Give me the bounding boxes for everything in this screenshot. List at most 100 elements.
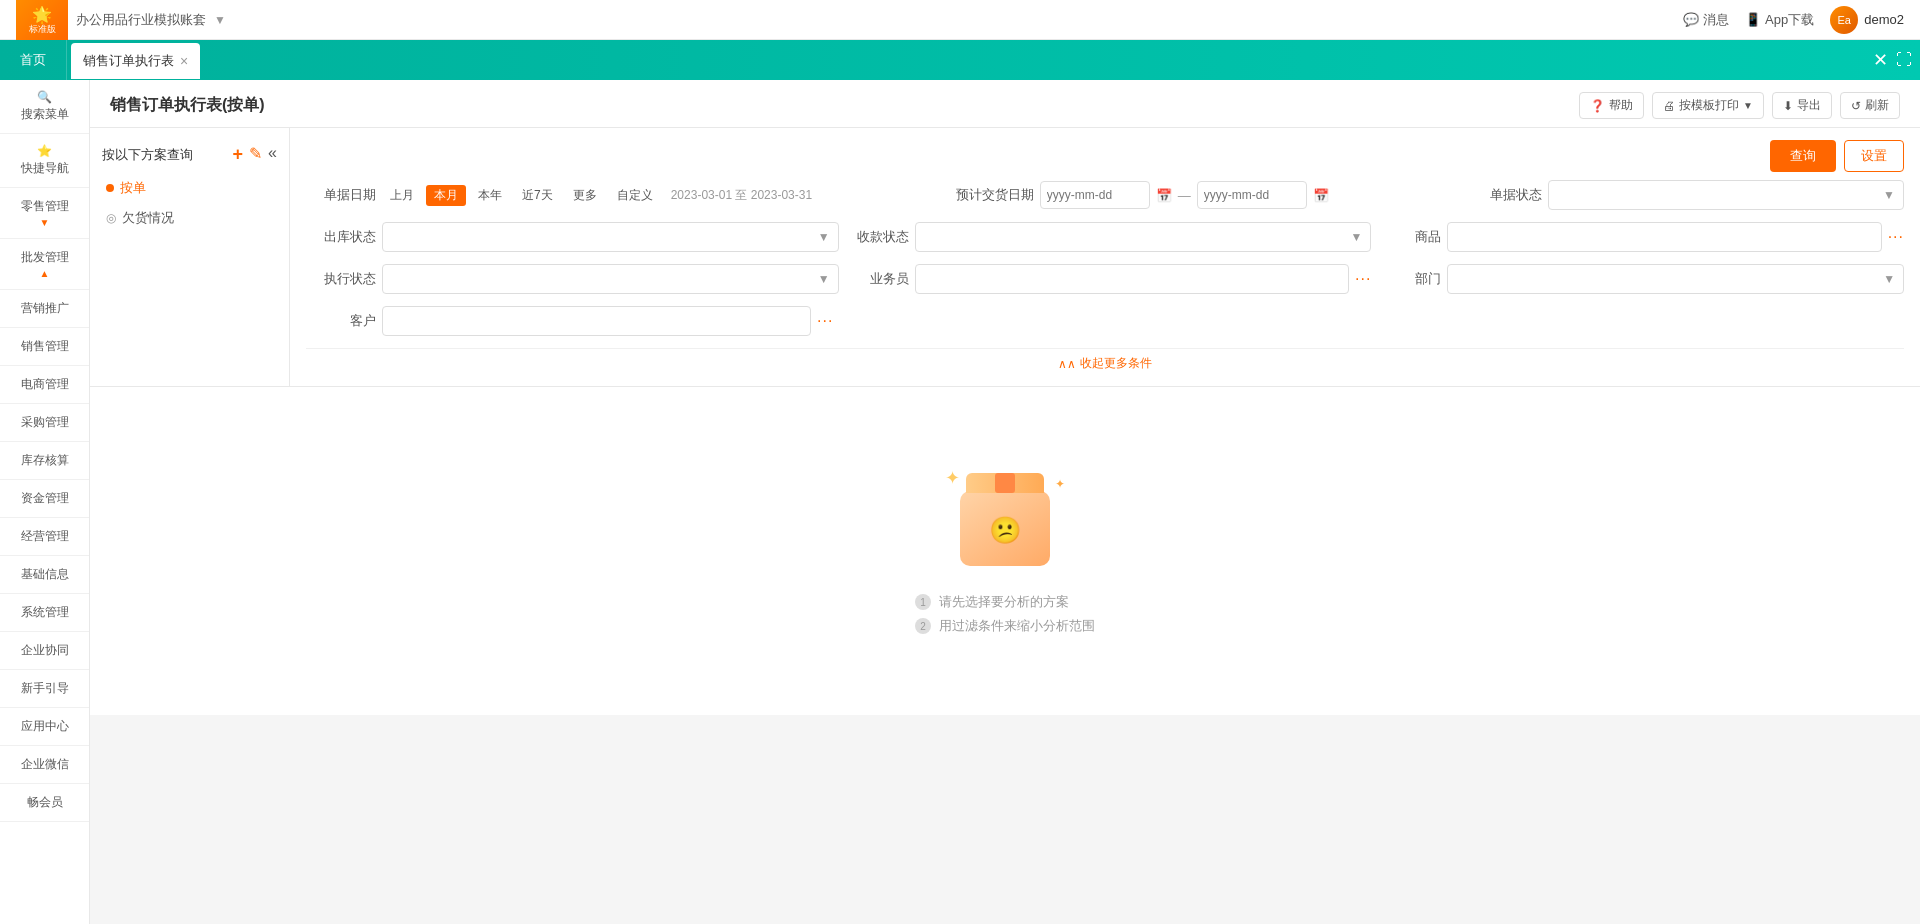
top-bar-left: 🌟 标准版 办公用品行业模拟账套 ▼ <box>16 0 226 40</box>
salesperson-input[interactable] <box>915 264 1349 294</box>
sidebar-system-label: 系统管理 <box>21 604 69 621</box>
add-scheme-icon[interactable]: + <box>233 144 244 165</box>
sidebar-item-purchase[interactable]: 采购管理 <box>0 404 89 442</box>
tab-maximize-icon[interactable]: ⛶ <box>1896 51 1912 69</box>
sidebar-item-marketing[interactable]: 营销推广 <box>0 290 89 328</box>
sidebar-item-wholesale[interactable]: 批发管理 ▲ <box>0 239 89 290</box>
exec-status-select[interactable]: ▼ <box>382 264 839 294</box>
chevron-up-icon: ▲ <box>40 268 50 279</box>
sidebar-item-weixin[interactable]: 企业微信 <box>0 746 89 784</box>
doc-status-field: 单据状态 ▼ <box>1472 180 1904 210</box>
date-tab-custom[interactable]: 自定义 <box>609 185 661 206</box>
salesperson-label: 业务员 <box>839 270 909 288</box>
sidebar-purchase-label: 采购管理 <box>21 414 69 431</box>
sidebar-item-shortcut[interactable]: ⭐ 快捷导航 <box>0 134 89 188</box>
sidebar-item-operations[interactable]: 经营管理 <box>0 518 89 556</box>
top-bar: 🌟 标准版 办公用品行业模拟账套 ▼ 💬 消息 📱 App下载 Ea demo2 <box>0 0 1920 40</box>
product-dots-btn[interactable]: ··· <box>1888 228 1904 246</box>
sidebar-item-enterprise[interactable]: 企业协同 <box>0 632 89 670</box>
date-tab-this-month[interactable]: 本月 <box>426 185 466 206</box>
department-field: 部门 ▼ <box>1371 264 1904 294</box>
doc-status-select[interactable]: ▼ <box>1548 180 1904 210</box>
customer-dots-btn[interactable]: ··· <box>817 312 833 330</box>
export-btn[interactable]: ⬇ 导出 <box>1772 92 1832 119</box>
sidebar-item-appstore[interactable]: 应用中心 <box>0 708 89 746</box>
filter-form-area: 单据日期 上月 本月 本年 近7天 更多 自定义 2023-03-01 至 20… <box>290 172 1920 386</box>
sidebar-item-finance[interactable]: 资金管理 <box>0 480 89 518</box>
refresh-btn[interactable]: ↺ 刷新 <box>1840 92 1900 119</box>
sidebar-item-member[interactable]: 畅会员 <box>0 784 89 822</box>
sidebar: 🔍 搜索菜单 ⭐ 快捷导航 零售管理 ▼ 批发管理 ▲ 营销推广 销售管理 电商… <box>0 80 90 924</box>
help-icon: ❓ <box>1590 99 1605 113</box>
export-icon: ⬇ <box>1783 99 1793 113</box>
sidebar-item-search[interactable]: 🔍 搜索菜单 <box>0 80 89 134</box>
user-name: demo2 <box>1864 12 1904 27</box>
collapse-panel-icon[interactable]: « <box>268 144 277 165</box>
settings-btn[interactable]: 设置 <box>1844 140 1904 172</box>
expected-date-start[interactable] <box>1040 181 1150 209</box>
help-label: 帮助 <box>1609 97 1633 114</box>
top-bar-right: 💬 消息 📱 App下载 Ea demo2 <box>1683 6 1904 34</box>
tab-label: 销售订单执行表 <box>83 52 174 70</box>
user-area[interactable]: Ea demo2 <box>1830 6 1904 34</box>
sidebar-item-newbie[interactable]: 新手引导 <box>0 670 89 708</box>
department-select[interactable]: ▼ <box>1447 264 1904 294</box>
doc-status-label: 单据状态 <box>1472 186 1542 204</box>
date-tab-more[interactable]: 更多 <box>565 185 605 206</box>
sidebar-basic-label: 基础信息 <box>21 566 69 583</box>
sidebar-item-inventory[interactable]: 库存核算 <box>0 442 89 480</box>
delivery-status-field: 出库状态 ▼ <box>306 222 839 252</box>
box-face-icon: 😕 <box>989 515 1021 546</box>
top-right-buttons: 查询 设置 <box>290 128 1920 172</box>
empty-tips: 1 请先选择要分析的方案 2 用过滤条件来缩小分析范围 <box>915 593 1095 635</box>
salesperson-field: 业务员 ··· <box>839 264 1372 294</box>
messages-label: 消息 <box>1703 11 1729 29</box>
calendar-start-icon[interactable]: 📅 <box>1156 188 1172 203</box>
customer-input[interactable] <box>382 306 811 336</box>
left-panel-header: 按以下方案查询 + ✎ « <box>90 140 289 173</box>
date-tabs-group: 上月 本月 本年 近7天 更多 自定义 <box>382 185 661 206</box>
sidebar-item-sales[interactable]: 销售管理 <box>0 328 89 366</box>
collection-status-select[interactable]: ▼ <box>915 222 1372 252</box>
date-tab-last-month[interactable]: 上月 <box>382 185 422 206</box>
tab-home-label: 首页 <box>20 51 46 69</box>
department-arrow: ▼ <box>1883 272 1895 286</box>
export-label: 导出 <box>1797 97 1821 114</box>
sidebar-item-ecommerce[interactable]: 电商管理 <box>0 366 89 404</box>
shortage-icon: ◎ <box>106 211 116 225</box>
active-dot <box>106 184 114 192</box>
messages-btn[interactable]: 💬 消息 <box>1683 11 1729 29</box>
tip-text-1: 请先选择要分析的方案 <box>939 593 1069 611</box>
date-tab-7days[interactable]: 近7天 <box>514 185 561 206</box>
delivery-status-label: 出库状态 <box>306 228 376 246</box>
edit-scheme-icon[interactable]: ✎ <box>249 144 262 165</box>
tip-num-2: 2 <box>915 618 931 634</box>
star-icon-1: ✦ <box>945 467 960 489</box>
app-download-btn[interactable]: 📱 App下载 <box>1745 11 1814 29</box>
sidebar-retail-label: 零售管理 <box>21 198 69 215</box>
product-input[interactable] <box>1447 222 1881 252</box>
tab-close-btn[interactable]: × <box>180 53 188 69</box>
print-btn[interactable]: 🖨 按模板打印 ▼ <box>1652 92 1764 119</box>
salesperson-dots-btn[interactable]: ··· <box>1355 270 1371 288</box>
app-selector[interactable]: 办公用品行业模拟账套 <box>76 11 206 29</box>
sidebar-item-retail[interactable]: 零售管理 ▼ <box>0 188 89 239</box>
collapse-btn[interactable]: ∧∧ 收起更多条件 <box>1058 355 1152 372</box>
calendar-end-icon[interactable]: 📅 <box>1313 188 1329 203</box>
scheme-item-order[interactable]: 按单 <box>90 173 289 203</box>
delivery-status-select[interactable]: ▼ <box>382 222 839 252</box>
tab-close-window-icon[interactable]: ✕ <box>1873 49 1888 71</box>
tab-sales-order[interactable]: 销售订单执行表 × <box>71 43 200 79</box>
expected-date-end[interactable] <box>1197 181 1307 209</box>
tab-home[interactable]: 首页 <box>0 40 67 80</box>
sidebar-item-basic[interactable]: 基础信息 <box>0 556 89 594</box>
scheme-item-shortage[interactable]: ◎ 欠货情况 <box>90 203 289 233</box>
page-actions: ❓ 帮助 🖨 按模板打印 ▼ ⬇ 导出 ↺ 刷新 <box>1579 92 1900 119</box>
date-tab-this-year[interactable]: 本年 <box>470 185 510 206</box>
help-btn[interactable]: ❓ 帮助 <box>1579 92 1644 119</box>
page-title: 销售订单执行表(按单) <box>110 95 265 116</box>
sidebar-item-system[interactable]: 系统管理 <box>0 594 89 632</box>
app-selector-arrow[interactable]: ▼ <box>214 13 226 27</box>
query-btn[interactable]: 查询 <box>1770 140 1836 172</box>
app-download-icon: 📱 <box>1745 12 1761 27</box>
